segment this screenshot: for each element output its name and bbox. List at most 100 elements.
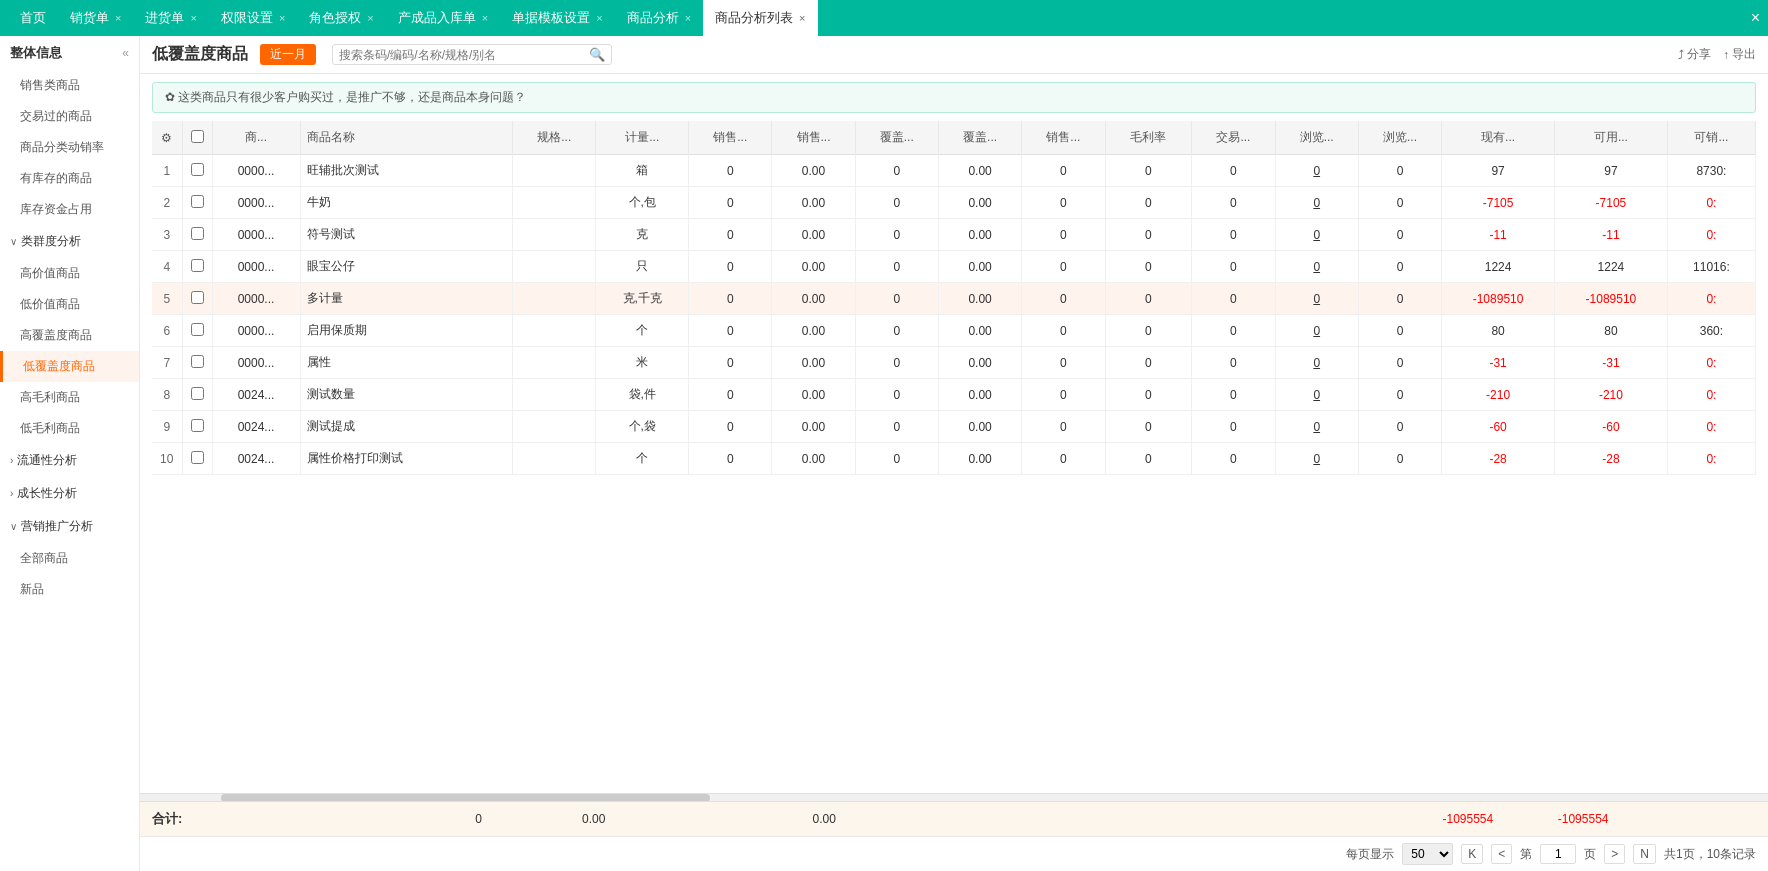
nav-role-auth[interactable]: 角色授权 ×	[297, 0, 385, 36]
row-select-checkbox[interactable]	[191, 355, 204, 368]
row-b2: 0	[1358, 187, 1441, 219]
sidebar-section-group-analysis[interactable]: ∨ 类群度分析	[0, 225, 139, 258]
row-b1[interactable]: 0	[1275, 251, 1358, 283]
nav-finished-goods[interactable]: 产成品入库单 ×	[386, 0, 500, 36]
row-checkbox[interactable]	[182, 443, 212, 475]
row-select-checkbox[interactable]	[191, 291, 204, 304]
close-icon[interactable]: ×	[799, 12, 805, 24]
sidebar-item-category-rate[interactable]: 商品分类动销率	[0, 132, 139, 163]
close-icon[interactable]: ×	[482, 12, 488, 24]
row-select-checkbox[interactable]	[191, 259, 204, 272]
row-select-checkbox[interactable]	[191, 195, 204, 208]
close-icon[interactable]: ×	[279, 12, 285, 24]
sidebar-item-high-value[interactable]: 高价值商品	[0, 258, 139, 289]
row-name: 眼宝公仔	[300, 251, 513, 283]
sidebar-item-sales-goods[interactable]: 销售类商品	[0, 70, 139, 101]
page-number-input[interactable]	[1540, 844, 1576, 864]
row-unit: 只	[596, 251, 689, 283]
row-s1: 0	[689, 379, 772, 411]
row-select-checkbox[interactable]	[191, 387, 204, 400]
row-checkbox[interactable]	[182, 315, 212, 347]
row-unit: 米	[596, 347, 689, 379]
row-b1[interactable]: 0	[1275, 379, 1358, 411]
footer-cell-cur: -1095554	[1410, 812, 1525, 826]
nav-product-analysis-list[interactable]: 商品分析列表 ×	[703, 0, 817, 36]
sidebar-item-all-goods[interactable]: 全部商品	[0, 543, 139, 574]
row-checkbox[interactable]	[182, 411, 212, 443]
row-b1[interactable]: 0	[1275, 411, 1358, 443]
row-b1[interactable]: 0	[1275, 187, 1358, 219]
close-icon[interactable]: ×	[190, 12, 196, 24]
row-b1[interactable]: 0	[1275, 443, 1358, 475]
row-cur: -31	[1442, 347, 1555, 379]
row-tr: 0	[1192, 411, 1275, 443]
row-b1[interactable]: 0	[1275, 315, 1358, 347]
row-spec	[513, 347, 596, 379]
row-b1[interactable]: 0	[1275, 283, 1358, 315]
last-page-button[interactable]: N	[1633, 844, 1656, 864]
row-checkbox[interactable]	[182, 219, 212, 251]
sidebar-item-low-value[interactable]: 低价值商品	[0, 289, 139, 320]
close-icon[interactable]: ×	[685, 12, 691, 24]
horizontal-scrollbar[interactable]	[140, 793, 1768, 801]
row-select-checkbox[interactable]	[191, 451, 204, 464]
close-icon[interactable]: ×	[596, 12, 602, 24]
footer-cell-sale	[1641, 812, 1756, 826]
row-b1[interactable]: 0	[1275, 155, 1358, 187]
nav-template-settings[interactable]: 单据模板设置 ×	[500, 0, 614, 36]
sidebar-item-new-goods[interactable]: 新品	[0, 574, 139, 605]
row-select-checkbox[interactable]	[191, 419, 204, 432]
row-checkbox[interactable]	[182, 187, 212, 219]
th-checkbox[interactable]	[182, 121, 212, 155]
search-input[interactable]	[339, 48, 589, 62]
row-checkbox[interactable]	[182, 155, 212, 187]
nav-sales-order[interactable]: 销货单 ×	[58, 0, 133, 36]
per-page-select[interactable]: 50 100 200	[1402, 843, 1453, 865]
sidebar-section-growth[interactable]: › 成长性分析	[0, 477, 139, 510]
row-name: 多计量	[300, 283, 513, 315]
row-b1[interactable]: 0	[1275, 219, 1358, 251]
nav-home[interactable]: 首页	[8, 0, 58, 36]
row-checkbox[interactable]	[182, 347, 212, 379]
row-num: 9	[152, 411, 182, 443]
sidebar-item-capital-usage[interactable]: 库存资金占用	[0, 194, 139, 225]
th-settings[interactable]: ⚙	[152, 121, 182, 155]
row-gr: 0	[1105, 443, 1192, 475]
sidebar-section-circulation[interactable]: › 流通性分析	[0, 444, 139, 477]
sidebar-item-low-margin[interactable]: 低毛利商品	[0, 413, 139, 444]
prev-page-button[interactable]: <	[1491, 844, 1512, 864]
row-code: 0000...	[212, 347, 300, 379]
filter-recent-month-button[interactable]: 近一月	[260, 44, 316, 65]
share-button[interactable]: ⤴ 分享	[1678, 46, 1711, 63]
next-page-button[interactable]: >	[1604, 844, 1625, 864]
sidebar-item-stocked-goods[interactable]: 有库存的商品	[0, 163, 139, 194]
nav-product-analysis[interactable]: 商品分析 ×	[615, 0, 703, 36]
sidebar-item-high-margin[interactable]: 高毛利商品	[0, 382, 139, 413]
collapse-icon: «	[122, 46, 129, 60]
row-select-checkbox[interactable]	[191, 163, 204, 176]
row-select-checkbox[interactable]	[191, 227, 204, 240]
nav-purchase-order[interactable]: 进货单 ×	[133, 0, 208, 36]
sidebar-item-high-coverage[interactable]: 高覆盖度商品	[0, 320, 139, 351]
sidebar-item-low-coverage[interactable]: 低覆盖度商品	[0, 351, 139, 382]
row-cur: -11	[1442, 219, 1555, 251]
row-spec	[513, 315, 596, 347]
row-avail: -1089510	[1555, 283, 1668, 315]
row-checkbox[interactable]	[182, 251, 212, 283]
close-icon[interactable]: ×	[367, 12, 373, 24]
export-button[interactable]: ↑ 导出	[1723, 46, 1756, 63]
select-all-checkbox[interactable]	[191, 130, 204, 143]
share-icon: ⤴	[1678, 48, 1684, 62]
sidebar-section-marketing[interactable]: ∨ 营销推广分析	[0, 510, 139, 543]
sidebar-collapse-btn[interactable]: 整体信息 «	[0, 36, 139, 70]
first-page-button[interactable]: K	[1461, 844, 1483, 864]
sidebar-item-traded-goods[interactable]: 交易过的商品	[0, 101, 139, 132]
window-close-button[interactable]: ×	[1751, 9, 1760, 27]
row-s2: 0.00	[772, 187, 855, 219]
row-select-checkbox[interactable]	[191, 323, 204, 336]
nav-permission-settings[interactable]: 权限设置 ×	[209, 0, 297, 36]
row-b1[interactable]: 0	[1275, 347, 1358, 379]
row-checkbox[interactable]	[182, 283, 212, 315]
close-icon[interactable]: ×	[115, 12, 121, 24]
row-checkbox[interactable]	[182, 379, 212, 411]
